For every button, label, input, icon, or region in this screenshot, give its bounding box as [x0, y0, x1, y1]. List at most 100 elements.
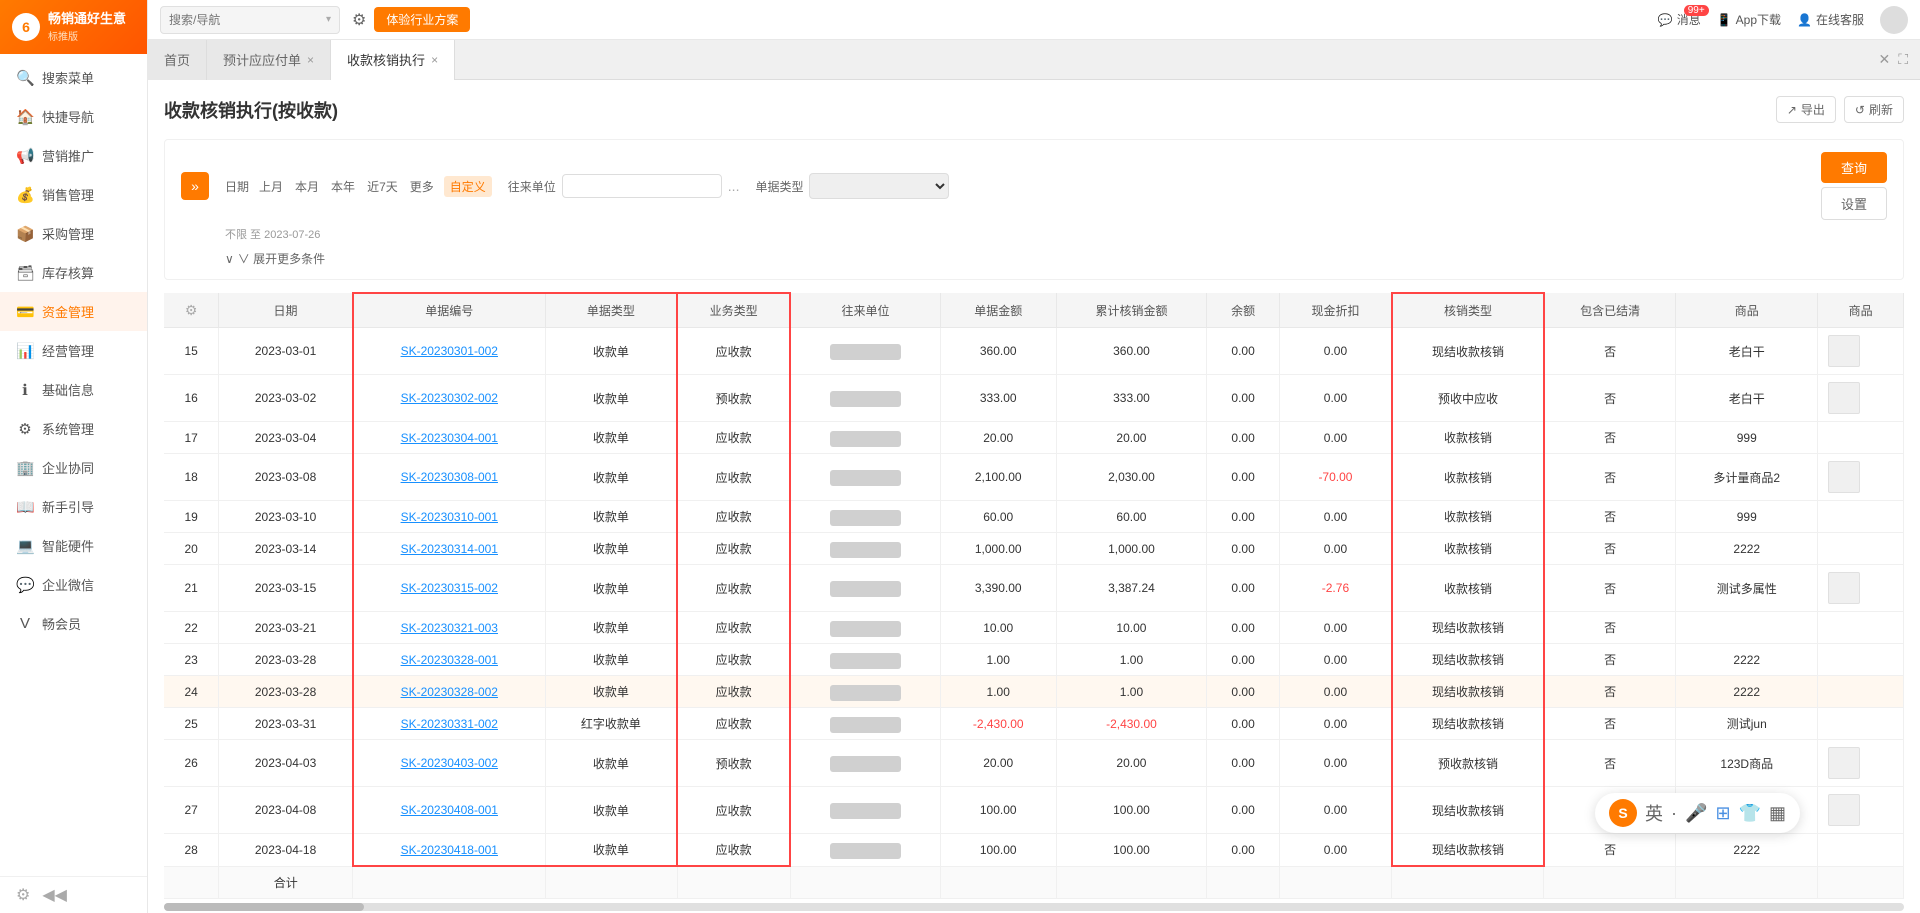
cell-10-2[interactable]: SK-20230331-002	[353, 708, 545, 740]
tab-expand-icon[interactable]: ⛶	[1898, 51, 1908, 68]
col-header-1[interactable]: 日期	[219, 293, 353, 328]
col-header-12[interactable]: 商品	[1676, 293, 1818, 328]
filter-toggle-button[interactable]: »	[181, 172, 209, 200]
record-link[interactable]: SK-20230328-002	[401, 685, 498, 699]
cell-13-2[interactable]: SK-20230418-001	[353, 834, 545, 867]
record-link[interactable]: SK-20230310-001	[401, 510, 498, 524]
cell-3-2[interactable]: SK-20230308-001	[353, 454, 545, 501]
record-link[interactable]: SK-20230321-003	[401, 621, 498, 635]
sidebar-item-shortcut[interactable]: 🏠快捷导航	[0, 97, 147, 136]
cell-8-6: 1.00	[940, 644, 1056, 676]
cell-7-2[interactable]: SK-20230321-003	[353, 612, 545, 644]
sidebar-item-wechat[interactable]: 💬企业微信	[0, 565, 147, 604]
col-header-11[interactable]: 包含已结清	[1544, 293, 1676, 328]
date-btn-近7天[interactable]: 近7天	[363, 176, 402, 197]
cell-12-2[interactable]: SK-20230408-001	[353, 787, 545, 834]
solution-button[interactable]: 体验行业方案	[374, 7, 470, 32]
type-select[interactable]	[809, 173, 949, 199]
sidebar-item-capital[interactable]: 💳资金管理	[0, 292, 147, 331]
record-link[interactable]: SK-20230331-002	[401, 717, 498, 731]
settings-icon[interactable]: ⚙	[16, 885, 30, 905]
tab-close-prepay[interactable]: ×	[307, 53, 314, 67]
partner-input[interactable]	[562, 174, 722, 198]
footer-cell-6	[940, 866, 1056, 898]
sidebar-item-sales[interactable]: 💰销售管理	[0, 175, 147, 214]
horizontal-scrollbar[interactable]	[164, 903, 1904, 911]
gear-icon[interactable]: ⚙	[352, 10, 366, 30]
sidebar-item-purchase[interactable]: 📦采购管理	[0, 214, 147, 253]
record-link[interactable]: SK-20230302-002	[401, 391, 498, 405]
record-link[interactable]: SK-20230418-001	[401, 843, 498, 857]
sidebar-item-member[interactable]: V畅会员	[0, 604, 147, 643]
service-button[interactable]: 👤 在线客服	[1797, 11, 1864, 28]
cell-9-0: 24	[164, 676, 219, 708]
tab-home[interactable]: 首页	[148, 40, 207, 80]
date-btn-本年[interactable]: 本年	[327, 176, 359, 197]
sidebar-item-hardware[interactable]: 💻智能硬件	[0, 526, 147, 565]
cell-6-2[interactable]: SK-20230315-002	[353, 565, 545, 612]
sidebar-item-search[interactable]: 🔍搜索菜单	[0, 58, 147, 97]
float-grid-icon[interactable]: ⊞	[1715, 803, 1730, 824]
cell-2-2[interactable]: SK-20230304-001	[353, 422, 545, 454]
search-wrap[interactable]: ▾	[160, 6, 340, 34]
cell-0-2[interactable]: SK-20230301-002	[353, 328, 545, 375]
col-header-8[interactable]: 余额	[1207, 293, 1280, 328]
cell-8-2[interactable]: SK-20230328-001	[353, 644, 545, 676]
cell-11-2[interactable]: SK-20230403-002	[353, 740, 545, 787]
float-mic-icon[interactable]: 🎤	[1685, 803, 1707, 824]
tab-prepay[interactable]: 预计应应付单×	[207, 40, 331, 80]
date-btn-上月[interactable]: 上月	[255, 176, 287, 197]
col-header-5[interactable]: 往来单位	[790, 293, 940, 328]
col-header-7[interactable]: 累计核销金额	[1056, 293, 1206, 328]
tab-receipt[interactable]: 收款核销执行×	[331, 40, 455, 80]
sidebar-item-enterprise[interactable]: 🏢企业协同	[0, 448, 147, 487]
float-en-icon[interactable]: 英	[1645, 800, 1663, 826]
record-link[interactable]: SK-20230403-002	[401, 756, 498, 770]
cell-1-2[interactable]: SK-20230302-002	[353, 375, 545, 422]
record-link[interactable]: SK-20230314-001	[401, 542, 498, 556]
cell-9-2[interactable]: SK-20230328-002	[353, 676, 545, 708]
sidebar-item-basic[interactable]: ℹ基础信息	[0, 370, 147, 409]
sidebar-item-guide[interactable]: 📖新手引导	[0, 487, 147, 526]
col-header-2[interactable]: 单据编号	[353, 293, 545, 328]
scrollbar-thumb[interactable]	[164, 903, 364, 911]
app-download-button[interactable]: 📱 App下载	[1717, 11, 1781, 28]
export-button[interactable]: ↗ 导出	[1776, 96, 1836, 123]
footer-cell-10	[1392, 866, 1544, 898]
record-link[interactable]: SK-20230328-001	[401, 653, 498, 667]
record-link[interactable]: SK-20230308-001	[401, 470, 498, 484]
sidebar-item-system[interactable]: ⚙系统管理	[0, 409, 147, 448]
col-header-10[interactable]: 核销类型	[1392, 293, 1544, 328]
float-shirt-icon[interactable]: 👕	[1739, 803, 1761, 824]
partner-dots[interactable]: ...	[728, 178, 740, 194]
record-link[interactable]: SK-20230315-002	[401, 581, 498, 595]
filter-settings-button[interactable]: 设置	[1821, 187, 1887, 220]
col-header-13[interactable]: 商品	[1818, 293, 1904, 328]
user-avatar[interactable]	[1880, 6, 1908, 34]
record-link[interactable]: SK-20230408-001	[401, 803, 498, 817]
record-link[interactable]: SK-20230304-001	[401, 431, 498, 445]
table-settings-icon[interactable]: ⚙	[185, 302, 198, 318]
col-header-9[interactable]: 现金折扣	[1279, 293, 1391, 328]
expand-button[interactable]: ∨ ∨ 展开更多条件	[225, 250, 1887, 267]
col-header-6[interactable]: 单据金额	[940, 293, 1056, 328]
sidebar-item-operations[interactable]: 📊经营管理	[0, 331, 147, 370]
record-link[interactable]: SK-20230301-002	[401, 344, 498, 358]
tab-close-icon[interactable]: ✕	[1878, 51, 1890, 68]
float-apps-icon[interactable]: ▦	[1769, 803, 1786, 824]
tab-close-receipt[interactable]: ×	[431, 53, 438, 67]
sidebar-item-inventory[interactable]: 🗃库存核算	[0, 253, 147, 292]
search-input[interactable]	[169, 13, 322, 27]
message-button[interactable]: 💬 消息 99+	[1658, 11, 1701, 28]
date-btn-本月[interactable]: 本月	[291, 176, 323, 197]
cell-5-2[interactable]: SK-20230314-001	[353, 533, 545, 565]
refresh-button[interactable]: ↺ 刷新	[1844, 96, 1904, 123]
custom-date-button[interactable]: 自定义	[444, 176, 492, 197]
date-btn-更多[interactable]: 更多	[406, 176, 438, 197]
col-header-4[interactable]: 业务类型	[677, 293, 790, 328]
col-header-3[interactable]: 单据类型	[545, 293, 677, 328]
query-button[interactable]: 查询	[1821, 152, 1887, 183]
sidebar-item-marketing[interactable]: 📢营销推广	[0, 136, 147, 175]
collapse-icon[interactable]: ◀◀	[42, 885, 67, 905]
cell-4-2[interactable]: SK-20230310-001	[353, 501, 545, 533]
